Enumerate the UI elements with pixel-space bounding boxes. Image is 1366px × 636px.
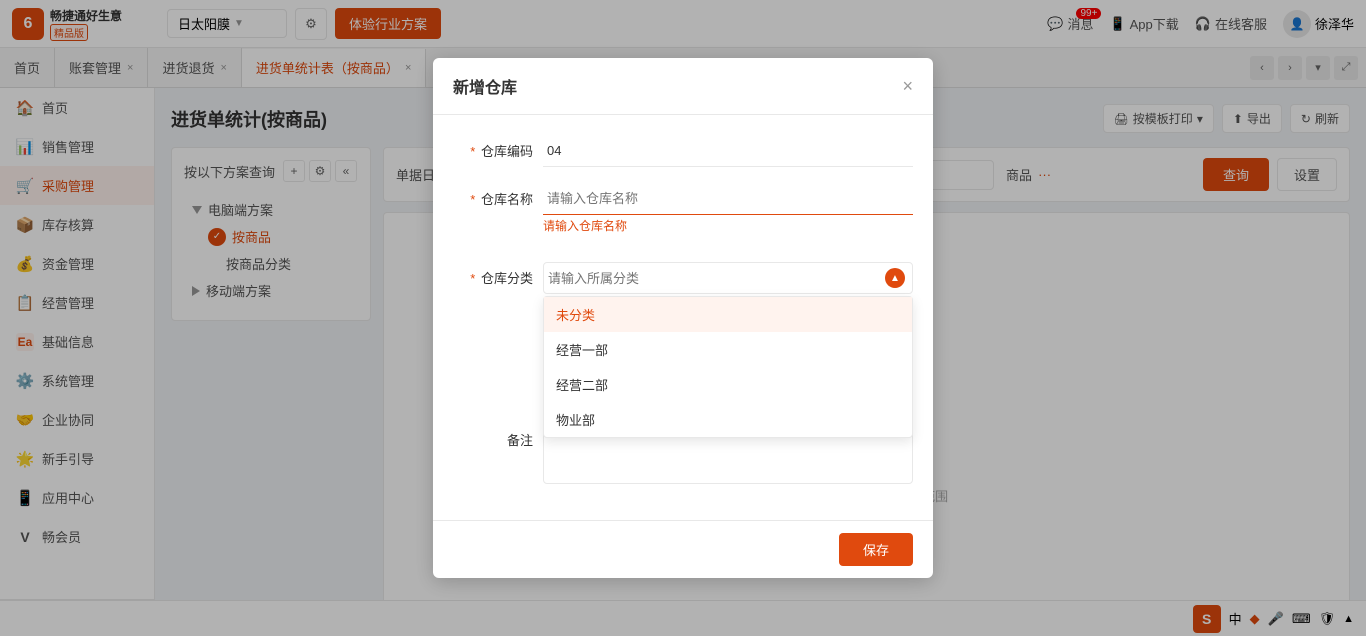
modal-footer: 保存 (433, 520, 933, 578)
warehouse-code-label: * 仓库编码 (453, 135, 543, 160)
modal-save-button[interactable]: 保存 (839, 533, 913, 566)
category-dropdown-list: 未分类 经营一部 经营二部 物业部 (543, 296, 913, 438)
modal-close-button[interactable]: × (902, 76, 913, 97)
warehouse-code-input[interactable] (543, 135, 913, 167)
form-row-warehouse-code: * 仓库编码 (453, 135, 913, 167)
warehouse-category-input[interactable] (543, 262, 913, 294)
modal-add-warehouse: 新增仓库 × * 仓库编码 * 仓库名称 请输入仓库名称 (433, 58, 933, 578)
dropdown-item-dept3[interactable]: 物业部 (544, 402, 912, 437)
warehouse-category-label: * 仓库分类 (453, 262, 543, 287)
category-dropdown-toggle[interactable]: ▲ (885, 268, 905, 288)
remarks-label: 备注 (453, 424, 543, 449)
dropdown-item-dept2[interactable]: 经营二部 (544, 367, 912, 402)
modal-overlay: 新增仓库 × * 仓库编码 * 仓库名称 请输入仓库名称 (0, 0, 1366, 636)
modal-body: * 仓库编码 * 仓库名称 请输入仓库名称 * (433, 115, 933, 520)
form-row-warehouse-name: * 仓库名称 请输入仓库名称 (453, 183, 913, 234)
dropdown-item-dept1[interactable]: 经营一部 (544, 332, 912, 367)
dropdown-item-uncategorized[interactable]: 未分类 (544, 297, 912, 332)
warehouse-name-label: * 仓库名称 (453, 183, 543, 208)
form-row-warehouse-category: * 仓库分类 ▲ 未分类 经营一部 经营二部 (453, 262, 913, 294)
warehouse-name-error-msg: 请输入仓库名称 (543, 217, 913, 234)
warehouse-name-input[interactable] (543, 183, 913, 215)
modal-title: 新增仓库 (453, 74, 517, 98)
warehouse-category-wrapper: ▲ 未分类 经营一部 经营二部 物业部 (543, 262, 913, 294)
modal-header: 新增仓库 × (433, 58, 933, 115)
